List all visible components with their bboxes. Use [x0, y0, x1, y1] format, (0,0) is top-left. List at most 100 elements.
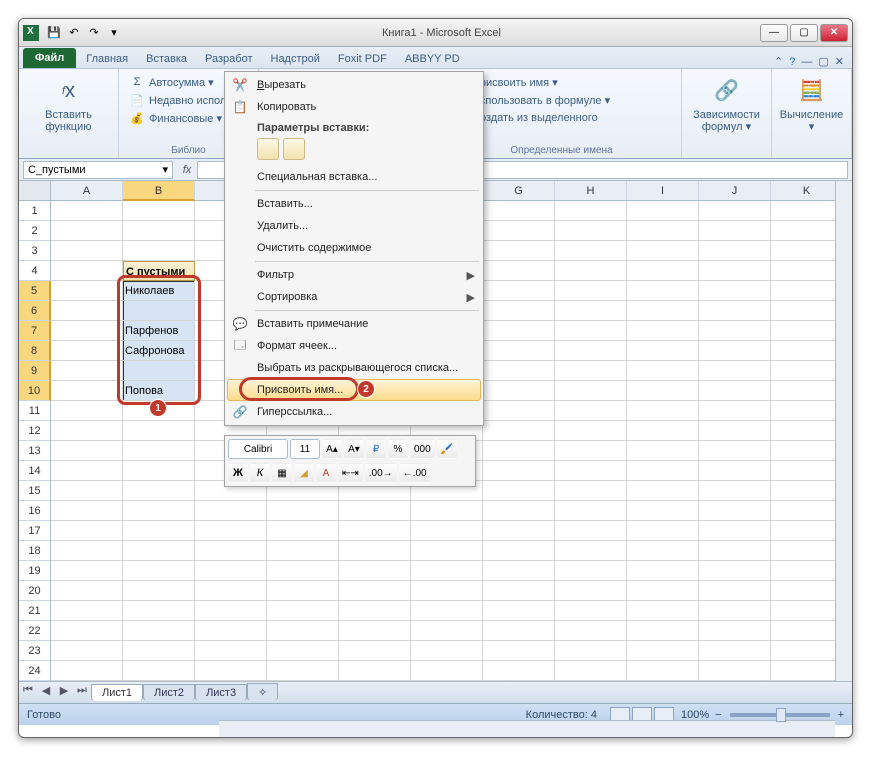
- cell[interactable]: [51, 581, 123, 601]
- cell-b5[interactable]: Николаев: [123, 281, 195, 301]
- cell[interactable]: [411, 561, 483, 581]
- mini-bold[interactable]: Ж: [228, 463, 248, 483]
- cell[interactable]: [771, 481, 843, 501]
- cell[interactable]: [123, 521, 195, 541]
- cell[interactable]: [51, 381, 123, 401]
- cell[interactable]: [195, 501, 267, 521]
- cell[interactable]: [627, 321, 699, 341]
- cell[interactable]: [267, 581, 339, 601]
- cell[interactable]: [51, 641, 123, 661]
- cell[interactable]: [555, 361, 627, 381]
- row-18[interactable]: 18: [19, 541, 51, 561]
- save-button[interactable]: 💾: [45, 24, 63, 42]
- cell[interactable]: [267, 541, 339, 561]
- cell[interactable]: [483, 241, 555, 261]
- cell[interactable]: [627, 421, 699, 441]
- cell[interactable]: [483, 441, 555, 461]
- name-box[interactable]: С_пустыми▾: [23, 161, 173, 179]
- cell[interactable]: [267, 561, 339, 581]
- cell[interactable]: [627, 541, 699, 561]
- cell[interactable]: [339, 641, 411, 661]
- cell-b10[interactable]: Попова: [123, 381, 195, 401]
- cell[interactable]: [411, 601, 483, 621]
- cell[interactable]: [411, 581, 483, 601]
- cell[interactable]: [771, 501, 843, 521]
- paste-values-icon[interactable]: [283, 138, 305, 160]
- cell[interactable]: [123, 441, 195, 461]
- mini-accounting[interactable]: ₽: [366, 439, 386, 459]
- cell[interactable]: [339, 501, 411, 521]
- cell[interactable]: [51, 541, 123, 561]
- cell[interactable]: [123, 661, 195, 681]
- tab-home[interactable]: Главная: [78, 50, 136, 68]
- cell[interactable]: [51, 421, 123, 441]
- col-K[interactable]: K: [771, 181, 843, 201]
- cell[interactable]: [339, 621, 411, 641]
- cell[interactable]: [555, 521, 627, 541]
- cell[interactable]: [699, 461, 771, 481]
- paste-default-icon[interactable]: [257, 138, 279, 160]
- cell[interactable]: [555, 281, 627, 301]
- cell[interactable]: [123, 201, 195, 221]
- cell[interactable]: [411, 521, 483, 541]
- zoom-out[interactable]: −: [715, 709, 721, 721]
- cell[interactable]: [699, 421, 771, 441]
- new-sheet-tab[interactable]: ✧: [247, 683, 278, 701]
- cell[interactable]: [123, 241, 195, 261]
- cell[interactable]: [699, 401, 771, 421]
- cell[interactable]: [195, 621, 267, 641]
- ribbon-minimize[interactable]: ⌃: [774, 55, 783, 68]
- row-21[interactable]: 21: [19, 601, 51, 621]
- cell[interactable]: [195, 521, 267, 541]
- zoom-in[interactable]: +: [838, 709, 844, 721]
- cell[interactable]: [771, 241, 843, 261]
- cell[interactable]: [771, 601, 843, 621]
- row-11[interactable]: 11: [19, 401, 51, 421]
- tab-nav-prev[interactable]: ◀: [37, 684, 55, 702]
- cell[interactable]: [699, 561, 771, 581]
- cell[interactable]: [51, 361, 123, 381]
- doc-minimize[interactable]: —: [801, 56, 812, 68]
- cell[interactable]: [339, 581, 411, 601]
- ctx-define-name[interactable]: Присвоить имя...: [227, 379, 481, 401]
- cell[interactable]: [771, 581, 843, 601]
- row-24[interactable]: 24: [19, 661, 51, 681]
- cell[interactable]: [699, 601, 771, 621]
- cell[interactable]: [555, 261, 627, 281]
- cell[interactable]: [699, 361, 771, 381]
- mini-size[interactable]: 11: [290, 439, 320, 459]
- cell[interactable]: [555, 401, 627, 421]
- cell[interactable]: [483, 281, 555, 301]
- undo-button[interactable]: ↶: [65, 24, 83, 42]
- cell[interactable]: [123, 221, 195, 241]
- cell[interactable]: [627, 501, 699, 521]
- sheet-tab-1[interactable]: Лист1: [91, 684, 143, 701]
- tab-foxit[interactable]: Foxit PDF: [330, 50, 395, 68]
- cell[interactable]: [627, 561, 699, 581]
- mini-percent[interactable]: %: [388, 439, 408, 459]
- cell[interactable]: [123, 541, 195, 561]
- cell[interactable]: [555, 441, 627, 461]
- cell[interactable]: [51, 281, 123, 301]
- mini-grow-font[interactable]: A▴: [322, 439, 342, 459]
- cell[interactable]: [195, 561, 267, 581]
- doc-restore[interactable]: ▢: [818, 55, 828, 68]
- row-12[interactable]: 12: [19, 421, 51, 441]
- cell[interactable]: [51, 461, 123, 481]
- cell[interactable]: [627, 381, 699, 401]
- cell[interactable]: [51, 401, 123, 421]
- cell[interactable]: [771, 421, 843, 441]
- cell[interactable]: [483, 481, 555, 501]
- ctx-format-cells[interactable]: 🗔Формат ячеек...: [227, 335, 481, 357]
- cell[interactable]: [555, 581, 627, 601]
- ctx-comment[interactable]: 💬Вставить примечание: [227, 313, 481, 335]
- cell[interactable]: [411, 501, 483, 521]
- mini-comma[interactable]: 000: [410, 439, 435, 459]
- cell[interactable]: [483, 601, 555, 621]
- cell[interactable]: [483, 381, 555, 401]
- cell[interactable]: [699, 241, 771, 261]
- cell[interactable]: [123, 601, 195, 621]
- close-button[interactable]: ✕: [820, 24, 848, 42]
- cell[interactable]: [195, 581, 267, 601]
- cell[interactable]: [699, 341, 771, 361]
